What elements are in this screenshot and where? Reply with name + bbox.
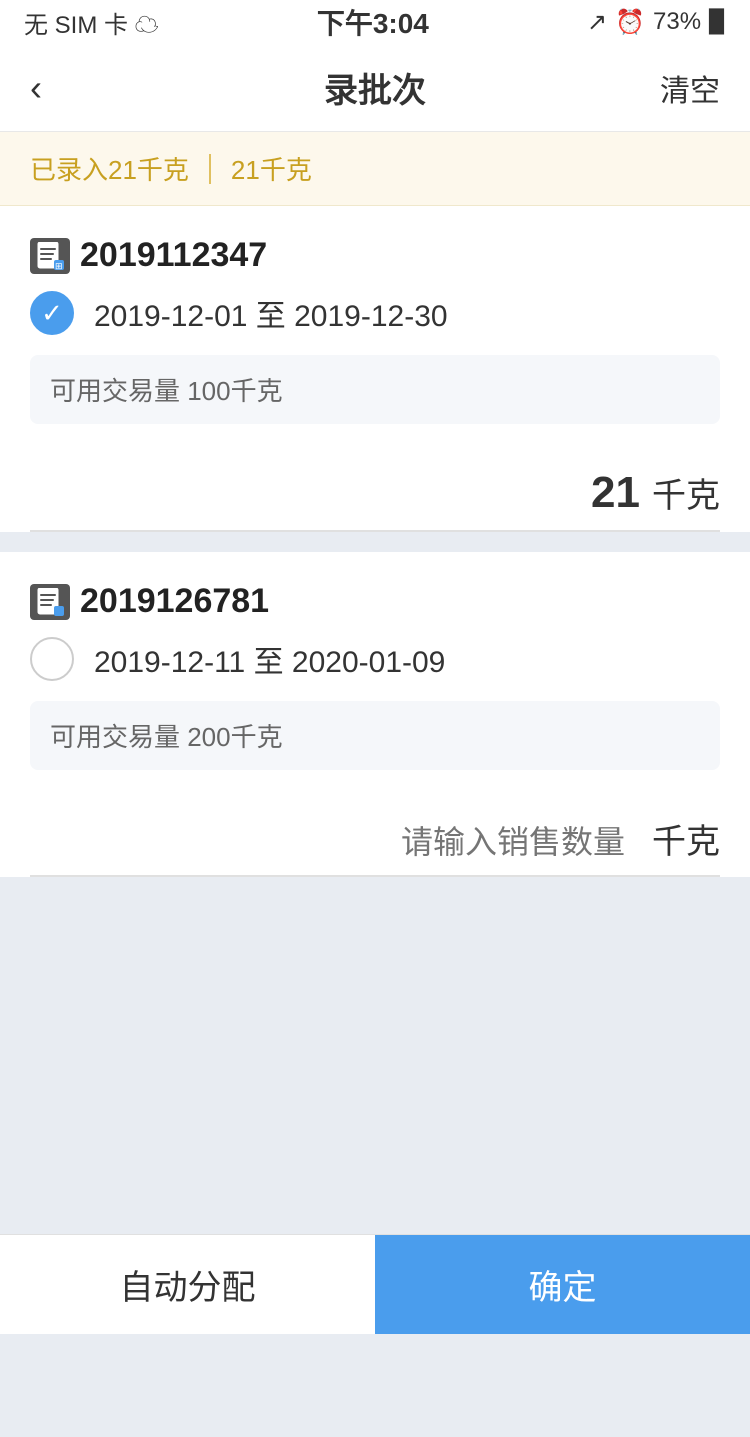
section-gap <box>0 532 750 552</box>
batch-card-2: 2019126781 2019-12-11 至 2020-01-09 可用交易量… <box>0 552 750 877</box>
recorded-label: 已录入21千克 <box>30 150 189 187</box>
back-button[interactable]: ‹ <box>30 67 90 109</box>
batch-date-2: 2019-12-11 至 2020-01-09 <box>94 637 445 681</box>
batch-doc-icon-2 <box>30 584 70 620</box>
page-title: 录批次 <box>324 63 426 112</box>
batch-item-1: ⊞ 2019112347 ✓ 2019-12-01 至 2019-12-30 可… <box>0 206 750 424</box>
bottom-bar: 自动分配 确定 <box>0 1234 750 1334</box>
status-bar: 无 SIM 卡 ☁ 下午3:04 ↗ ⏰ 73% ▉ <box>0 0 750 44</box>
batch-id-2: 2019126781 <box>80 582 269 621</box>
sale-quantity-input[interactable] <box>30 824 640 861</box>
location-icon: ↗ <box>587 8 607 37</box>
batch-header-2: 2019126781 <box>30 582 720 621</box>
batch-card-1: ⊞ 2019112347 ✓ 2019-12-01 至 2019-12-30 可… <box>0 206 750 532</box>
confirm-button[interactable]: 确定 <box>375 1235 750 1334</box>
batch-date-1: 2019-12-01 至 2019-12-30 <box>94 291 448 335</box>
status-left: 无 SIM 卡 ☁ <box>24 5 159 40</box>
alarm-icon: ⏰ <box>615 8 645 37</box>
battery-label: 73% <box>653 8 701 36</box>
amount-value-1: 21 <box>591 468 640 518</box>
svg-text:⊞: ⊞ <box>55 261 63 270</box>
info-banner: 已录入21千克 21千克 <box>0 132 750 206</box>
amount-unit-1: 千克 <box>652 468 720 517</box>
battery-icon: ▉ <box>709 9 726 35</box>
sale-unit-2: 千克 <box>652 814 720 863</box>
amount-row-1: 21 千克 <box>0 448 750 518</box>
status-time: 下午3:04 <box>317 2 429 42</box>
clear-button[interactable]: 清空 <box>660 66 720 110</box>
recorded-value: 21千克 <box>231 150 312 187</box>
radio-1[interactable]: ✓ <box>30 291 74 335</box>
batch-id-1: 2019112347 <box>80 236 267 275</box>
batch-date-row-2[interactable]: 2019-12-11 至 2020-01-09 <box>30 637 720 681</box>
sim-label: 无 SIM 卡 ☁ <box>24 5 159 40</box>
batch-available-2: 可用交易量 200千克 <box>30 701 720 770</box>
radio-2[interactable] <box>30 637 74 681</box>
batch-doc-icon-1: ⊞ <box>30 238 70 274</box>
batch-header-1: ⊞ 2019112347 <box>30 236 720 275</box>
batch-available-1: 可用交易量 100千克 <box>30 355 720 424</box>
input-row-2: 千克 <box>0 794 750 863</box>
status-right: ↗ ⏰ 73% ▉ <box>587 8 726 37</box>
auto-distribute-button[interactable]: 自动分配 <box>0 1235 375 1334</box>
banner-divider <box>209 154 211 184</box>
batch-item-2: 2019126781 2019-12-11 至 2020-01-09 可用交易量… <box>0 552 750 770</box>
check-icon-1: ✓ <box>41 300 63 326</box>
nav-bar: ‹ 录批次 清空 <box>0 44 750 132</box>
batch-date-row-1[interactable]: ✓ 2019-12-01 至 2019-12-30 <box>30 291 720 335</box>
